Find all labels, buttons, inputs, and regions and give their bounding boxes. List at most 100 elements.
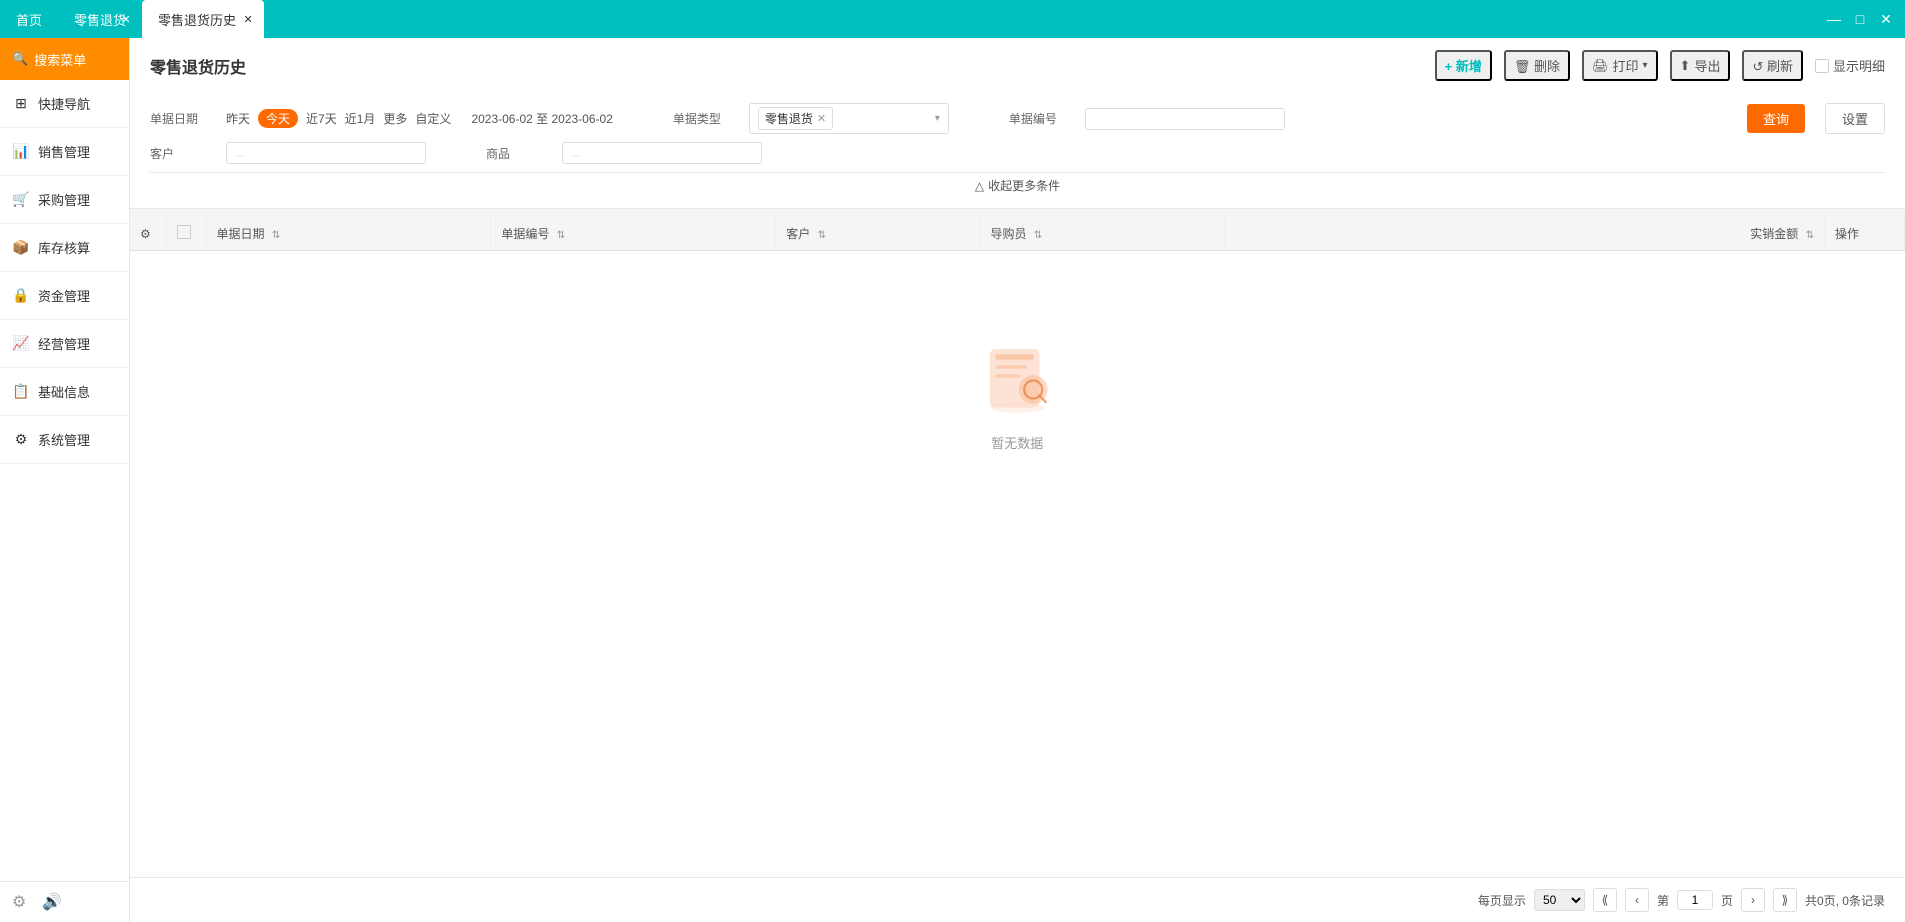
settings-icon[interactable]: ⚙ — [140, 227, 151, 241]
tab-home[interactable]: 首页 — [0, 0, 58, 38]
page-title-row: 零售退货历史 + 新增 🗑 删除 🖨 打印 ▾ ⬆ 导出 ↺ 刷新 — [150, 50, 1885, 81]
date-option-7days[interactable]: 近7天 — [306, 110, 337, 127]
system-icon: ⚙ — [12, 431, 30, 449]
pagination-bar: 每页显示 20 50 100 ⟪ ‹ 第 1 页 › ⟫ 共0页, 0条记录 — [130, 877, 1905, 922]
main-layout: 🔍 搜索菜单 ⊞ 快捷导航 📊 销售管理 🛒 采购管理 📦 库存核算 🔒 资金管… — [0, 38, 1905, 922]
collapse-up-icon: △ — [975, 179, 984, 193]
settings-bottom-icon[interactable]: ⚙ — [12, 892, 26, 912]
basic-info-icon: 📋 — [12, 383, 30, 401]
page-header: 零售退货历史 + 新增 🗑 删除 🖨 打印 ▾ ⬆ 导出 ↺ 刷新 — [130, 38, 1905, 209]
page-title: 零售退货历史 — [150, 54, 246, 78]
delete-button[interactable]: 🗑 删除 — [1504, 50, 1570, 81]
th-guide[interactable]: 导购员 ⇅ — [980, 217, 1225, 251]
date-option-1month[interactable]: 近1月 — [345, 110, 376, 127]
date-filter: 昨天 今天 近7天 近1月 更多 自定义 — [226, 109, 451, 128]
new-button[interactable]: + 新增 — [1435, 50, 1492, 81]
finance-icon: 🔒 — [12, 287, 30, 305]
page-size-select[interactable]: 20 50 100 — [1534, 889, 1585, 911]
select-all-checkbox[interactable] — [177, 225, 191, 239]
sidebar-item-quick-nav-label: 快捷导航 — [38, 94, 90, 113]
sidebar-item-quick-nav[interactable]: ⊞ 快捷导航 — [0, 80, 129, 128]
page-suffix: 页 — [1721, 892, 1733, 909]
maximize-button[interactable]: □ — [1851, 10, 1869, 28]
sidebar-item-basic-info[interactable]: 📋 基础信息 — [0, 368, 129, 416]
type-tag-remove[interactable]: ✕ — [817, 112, 826, 125]
prev-page-button[interactable]: ‹ — [1625, 888, 1649, 912]
sales-icon: 📊 — [12, 143, 30, 161]
number-filter-input[interactable] — [1085, 108, 1285, 130]
date-range-value: 2023-06-02 至 2023-06-02 — [471, 110, 612, 127]
tab-retail-return[interactable]: 零售退货 ✕ — [58, 0, 142, 38]
date-option-more[interactable]: 更多 — [383, 110, 407, 127]
display-toggle[interactable]: 显示明细 — [1815, 56, 1885, 75]
sidebar-item-system[interactable]: ⚙ 系统管理 — [0, 416, 129, 464]
collapse-button[interactable]: △ 收起更多条件 — [150, 172, 1885, 198]
sidebar: 🔍 搜索菜单 ⊞ 快捷导航 📊 销售管理 🛒 采购管理 📦 库存核算 🔒 资金管… — [0, 38, 130, 922]
th-customer[interactable]: 客户 ⇅ — [776, 217, 980, 251]
sidebar-item-system-label: 系统管理 — [38, 430, 90, 449]
th-settings[interactable]: ⚙ — [130, 217, 166, 251]
th-date-label: 单据日期 — [217, 227, 265, 241]
goods-filter-label: 商品 — [486, 145, 542, 162]
table-header: ⚙ 单据日期 ⇅ 单据编号 ⇅ — [130, 217, 1905, 251]
close-button[interactable]: ✕ — [1877, 10, 1895, 28]
query-button[interactable]: 查询 — [1747, 104, 1805, 133]
tab-home-label: 首页 — [16, 10, 42, 29]
goods-filter-select[interactable]: ... — [562, 142, 762, 164]
sidebar-item-sales[interactable]: 📊 销售管理 — [0, 128, 129, 176]
guide-sort-icon: ⇅ — [1034, 230, 1042, 241]
empty-icon — [972, 331, 1062, 421]
last-page-button[interactable]: ⟫ — [1773, 888, 1797, 912]
filter-row-date: 单据日期 昨天 今天 近7天 近1月 更多 自定义 2023-06-02 至 2… — [150, 103, 1885, 134]
date-option-today[interactable]: 今天 — [258, 109, 298, 128]
print-label: 打印 — [1613, 56, 1639, 75]
th-customer-label: 客户 — [786, 227, 810, 241]
next-page-button[interactable]: › — [1741, 888, 1765, 912]
page-number-input[interactable]: 1 — [1677, 890, 1713, 910]
sidebar-search[interactable]: 🔍 搜索菜单 — [0, 38, 129, 80]
customer-placeholder: ... — [235, 146, 245, 160]
type-filter-select[interactable]: 零售退货 ✕ ▾ — [749, 103, 949, 134]
sidebar-item-finance-label: 资金管理 — [38, 286, 90, 305]
sidebar-item-purchase[interactable]: 🛒 采购管理 — [0, 176, 129, 224]
date-option-custom[interactable]: 自定义 — [415, 110, 451, 127]
settings-button[interactable]: 设置 — [1825, 103, 1885, 134]
print-icon: 🖨 — [1592, 58, 1609, 74]
tab-retail-return-history[interactable]: 零售退货历史 ✕ — [142, 0, 264, 38]
print-button[interactable]: 🖨 打印 ▾ — [1582, 50, 1658, 81]
th-amount[interactable]: 实销金额 ⇅ — [1225, 217, 1825, 251]
close-tab-retail-return[interactable]: ✕ — [118, 11, 134, 27]
purchase-icon: 🛒 — [12, 191, 30, 209]
sidebar-item-purchase-label: 采购管理 — [38, 190, 90, 209]
minimize-button[interactable]: — — [1825, 10, 1843, 28]
th-ops: 操作 — [1825, 217, 1905, 251]
empty-text: 暂无数据 — [991, 433, 1043, 452]
date-filter-label: 单据日期 — [150, 110, 206, 127]
toolbar-right: + 新增 🗑 删除 🖨 打印 ▾ ⬆ 导出 ↺ 刷新 显示明细 — [1435, 50, 1885, 81]
th-date[interactable]: 单据日期 ⇅ — [206, 217, 491, 251]
customer-filter-select[interactable]: ... — [226, 142, 426, 164]
th-number[interactable]: 单据编号 ⇅ — [491, 217, 776, 251]
date-option-yesterday[interactable]: 昨天 — [226, 110, 250, 127]
page-size-label: 每页显示 — [1478, 892, 1526, 909]
tab-retail-return-history-label: 零售退货历史 — [158, 10, 236, 29]
type-filter-tag: 零售退货 ✕ — [758, 107, 833, 130]
number-sort-icon: ⇅ — [557, 230, 565, 241]
total-info: 共0页, 0条记录 — [1805, 892, 1885, 909]
customer-filter-label: 客户 — [150, 145, 206, 162]
empty-state: 暂无数据 — [130, 251, 1905, 532]
audio-icon[interactable]: 🔊 — [42, 892, 62, 912]
export-button[interactable]: ⬆ 导出 — [1670, 50, 1731, 81]
content-area: 零售退货历史 + 新增 🗑 删除 🖨 打印 ▾ ⬆ 导出 ↺ 刷新 — [130, 38, 1905, 922]
first-page-button[interactable]: ⟪ — [1593, 888, 1617, 912]
sidebar-item-operations[interactable]: 📈 经营管理 — [0, 320, 129, 368]
sidebar-item-sales-label: 销售管理 — [38, 142, 90, 161]
table-container: ⚙ 单据日期 ⇅ 单据编号 ⇅ — [130, 217, 1905, 877]
close-tab-retail-return-history[interactable]: ✕ — [240, 11, 256, 27]
th-checkbox[interactable] — [166, 217, 206, 251]
display-label: 显示明细 — [1833, 56, 1885, 75]
refresh-button[interactable]: ↺ 刷新 — [1742, 50, 1803, 81]
sidebar-item-finance[interactable]: 🔒 资金管理 — [0, 272, 129, 320]
sidebar-item-inventory[interactable]: 📦 库存核算 — [0, 224, 129, 272]
type-filter-label: 单据类型 — [673, 110, 729, 127]
